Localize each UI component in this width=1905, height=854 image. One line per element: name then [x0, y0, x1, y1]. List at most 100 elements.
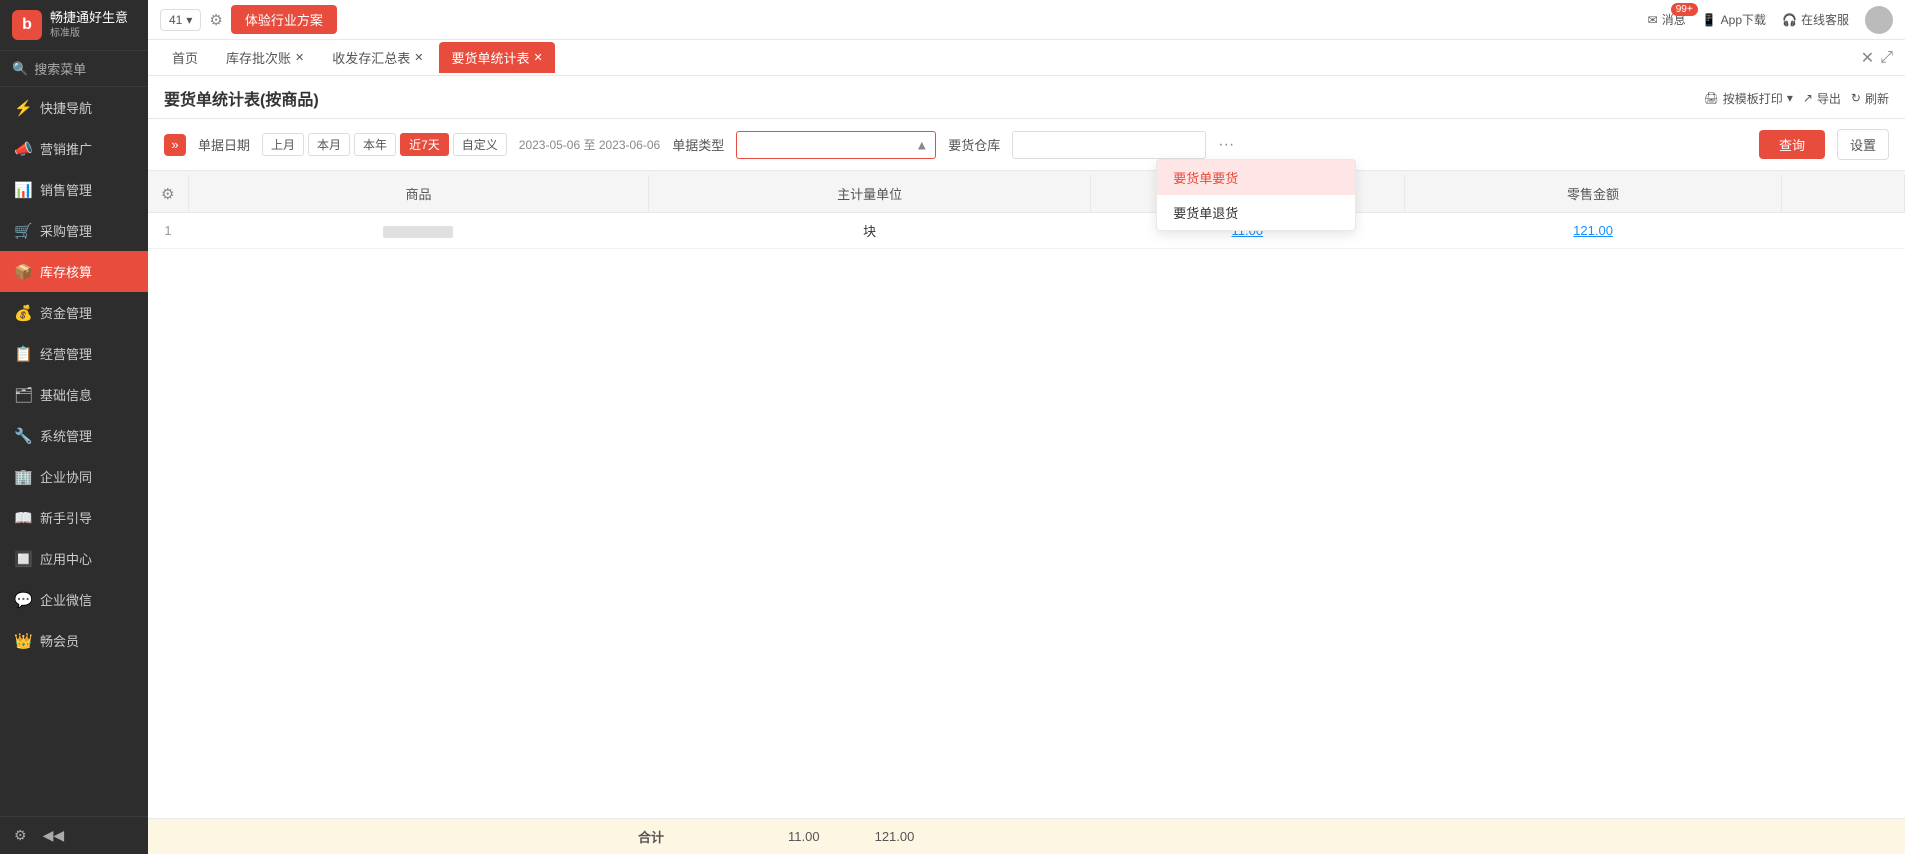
col-extra — [1782, 175, 1905, 213]
tab-order-stats[interactable]: 要货单统计表 ✕ — [439, 42, 554, 73]
type-filter-input[interactable] — [736, 131, 936, 159]
tab-collection-summary-close[interactable]: ✕ — [414, 51, 423, 64]
warehouse-filter-label: 要货仓库 — [948, 135, 1000, 154]
sidebar-item-system[interactable]: 🔧系统管理 — [0, 415, 148, 456]
row-amount[interactable]: 121.00 — [1404, 213, 1782, 249]
logo-icon: b — [12, 10, 42, 40]
row-number: 1 — [148, 213, 188, 249]
export-btn[interactable]: ↗ 导出 — [1803, 90, 1841, 107]
sidebar-item-label: 销售管理 — [40, 180, 92, 199]
sidebar-item-purchase[interactable]: 🛒采购管理 — [0, 210, 148, 251]
data-table-container: ⚙ 商品 主计量单位 主数量 零售金额 1 块 11.00 — [148, 175, 1905, 818]
sidebar-nav: ⚡快捷导航 📣 营销推广 📊 销售管理 🛒采购管理📦库存核算💰资金管理📋经营管理🗂基础信息… — [0, 87, 148, 816]
type-filter-arrow[interactable]: ▲ — [915, 137, 928, 152]
type-dropdown: 要货单要货 要货单退货 — [1156, 159, 1356, 231]
sidebar-item-sales[interactable]: 📊 销售管理 — [0, 169, 148, 210]
messages-btn[interactable]: ✉ 消息 99+ — [1648, 11, 1686, 28]
sidebar-item-basic-info[interactable]: 🗂基础信息 — [0, 374, 148, 415]
column-settings-icon[interactable]: ⚙ — [161, 186, 174, 203]
sidebar-settings-icon[interactable]: ⚙ — [14, 827, 27, 844]
sidebar-item-label: 企业微信 — [40, 590, 92, 609]
sidebar-item-label: 经营管理 — [40, 344, 92, 363]
sidebar-item-wechat[interactable]: 💬企业微信 — [0, 579, 148, 620]
tab-home[interactable]: 首页 — [160, 42, 210, 73]
dropdown-item-order-goods[interactable]: 要货单要货 — [1157, 160, 1355, 195]
table-row: 1 块 11.00 121.00 — [148, 213, 1905, 249]
footer-amount: 121.00 — [875, 829, 915, 844]
topbar-settings-icon[interactable]: ⚙ — [209, 11, 222, 29]
footer-total-label: 合计 — [398, 827, 664, 846]
app-download-btn[interactable]: 📱 App下载 — [1702, 11, 1766, 28]
sidebar-search-label: 搜索菜单 — [34, 59, 86, 78]
sidebar-item-shortcuts[interactable]: ⚡快捷导航 — [0, 87, 148, 128]
dropdown-item-order-return[interactable]: 要货单退货 — [1157, 195, 1355, 230]
col-settings[interactable]: ⚙ — [148, 175, 188, 213]
export-icon: ↗ — [1803, 91, 1813, 105]
sidebar-item-enterprise[interactable]: 🏢企业协同 — [0, 456, 148, 497]
sidebar-item-inventory[interactable]: 📦库存核算 — [0, 251, 148, 292]
sidebar-item-guide[interactable]: 📖新手引导 — [0, 497, 148, 538]
sidebar-collapse-icon[interactable]: ◀◀ — [43, 827, 65, 844]
page-header: 要货单统计表(按商品) 🖨 按模板打印 ▾ ↗ 导出 ↻ 刷新 — [148, 76, 1905, 119]
page-actions: 🖨 按模板打印 ▾ ↗ 导出 ↻ 刷新 — [1704, 90, 1889, 107]
finance-nav-icon: 💰 — [14, 304, 32, 322]
tab-home-label: 首页 — [172, 48, 198, 67]
marketing-nav-icon: 📣 — [14, 140, 32, 158]
sidebar-item-operations[interactable]: 📋经营管理 — [0, 333, 148, 374]
refresh-btn[interactable]: ↻ 刷新 — [1851, 90, 1889, 107]
refresh-icon: ↻ — [1851, 91, 1861, 105]
store-number: 41 — [169, 13, 182, 27]
row-extra — [1782, 213, 1905, 249]
guide-nav-icon: 📖 — [14, 509, 32, 527]
tabs-close-btn[interactable]: ✕ — [1861, 48, 1874, 68]
last-7-days-btn[interactable]: 近7天 — [400, 133, 449, 156]
sidebar-item-search[interactable]: 🔍 搜索菜单 — [0, 51, 148, 87]
tab-order-stats-close[interactable]: ✕ — [534, 51, 543, 64]
page-title: 要货单统计表(按商品) — [164, 86, 319, 110]
tab-inventory-batch-close[interactable]: ✕ — [295, 51, 304, 64]
tabs-expand-btn[interactable]: ⤢ — [1880, 48, 1893, 68]
warehouse-filter-input[interactable] — [1012, 131, 1206, 159]
table-header-row: ⚙ 商品 主计量单位 主数量 零售金额 — [148, 175, 1905, 213]
type-filter-wrapper: ▲ 要货单要货 要货单退货 — [736, 131, 936, 159]
export-label: 导出 — [1817, 90, 1841, 107]
more-filter-btn[interactable]: ··· — [1218, 136, 1234, 154]
custom-date-btn[interactable]: 自定义 — [453, 133, 507, 156]
sidebar-item-app-center[interactable]: 🔲应用中心 — [0, 538, 148, 579]
refresh-label: 刷新 — [1865, 90, 1889, 107]
topbar-right: ✉ 消息 99+ 📱 App下载 🎧 在线客服 — [1648, 6, 1893, 34]
enterprise-nav-icon: 🏢 — [14, 468, 32, 486]
sidebar-item-member[interactable]: 👑畅会员 — [0, 620, 148, 661]
sidebar-item-label: 营销推广 — [40, 139, 92, 158]
tab-collection-summary[interactable]: 收发存汇总表 ✕ — [320, 42, 435, 73]
tab-inventory-batch[interactable]: 库存批次账 ✕ — [214, 42, 316, 73]
sidebar-item-label: 采购管理 — [40, 221, 92, 240]
print-btn[interactable]: 🖨 按模板打印 ▾ — [1704, 90, 1793, 107]
settings-button[interactable]: 设置 — [1837, 129, 1889, 160]
basic-info-nav-icon: 🗂 — [14, 386, 32, 404]
user-avatar[interactable] — [1865, 6, 1893, 34]
sidebar-item-marketing[interactable]: 📣 营销推广 — [0, 128, 148, 169]
filter-expand-btn[interactable]: » — [164, 134, 186, 156]
query-button[interactable]: 查询 — [1759, 130, 1825, 159]
print-dropdown-icon: ▾ — [1787, 91, 1793, 105]
sidebar: b 畅捷通好生意 标准版 🔍 搜索菜单 ⚡快捷导航📣营销推广📊销售管理🛒采购管理… — [0, 0, 148, 854]
sidebar-item-finance[interactable]: 💰资金管理 — [0, 292, 148, 333]
tab-order-stats-label: 要货单统计表 — [451, 48, 529, 67]
topbar-left: 41 ▾ ⚙ 体验行业方案 — [160, 5, 1640, 34]
last-month-btn[interactable]: 上月 — [262, 133, 304, 156]
member-nav-icon: 👑 — [14, 632, 32, 650]
table-footer: 合计 11.00 121.00 — [148, 818, 1905, 854]
headset-icon: 🎧 — [1782, 13, 1797, 27]
col-amount: 零售金额 — [1404, 175, 1782, 213]
this-year-btn[interactable]: 本年 — [354, 133, 396, 156]
app-center-nav-icon: 🔲 — [14, 550, 32, 568]
messages-badge: 99+ — [1671, 3, 1698, 16]
this-month-btn[interactable]: 本月 — [308, 133, 350, 156]
store-dropdown-icon: ▾ — [186, 13, 192, 27]
store-selector[interactable]: 41 ▾ — [160, 9, 201, 31]
trial-button[interactable]: 体验行业方案 — [231, 5, 337, 34]
online-service-btn[interactable]: 🎧 在线客服 — [1782, 11, 1849, 28]
sales-nav-icon: 📊 — [14, 181, 32, 199]
date-buttons: 上月 本月 本年 近7天 自定义 — [262, 133, 507, 156]
